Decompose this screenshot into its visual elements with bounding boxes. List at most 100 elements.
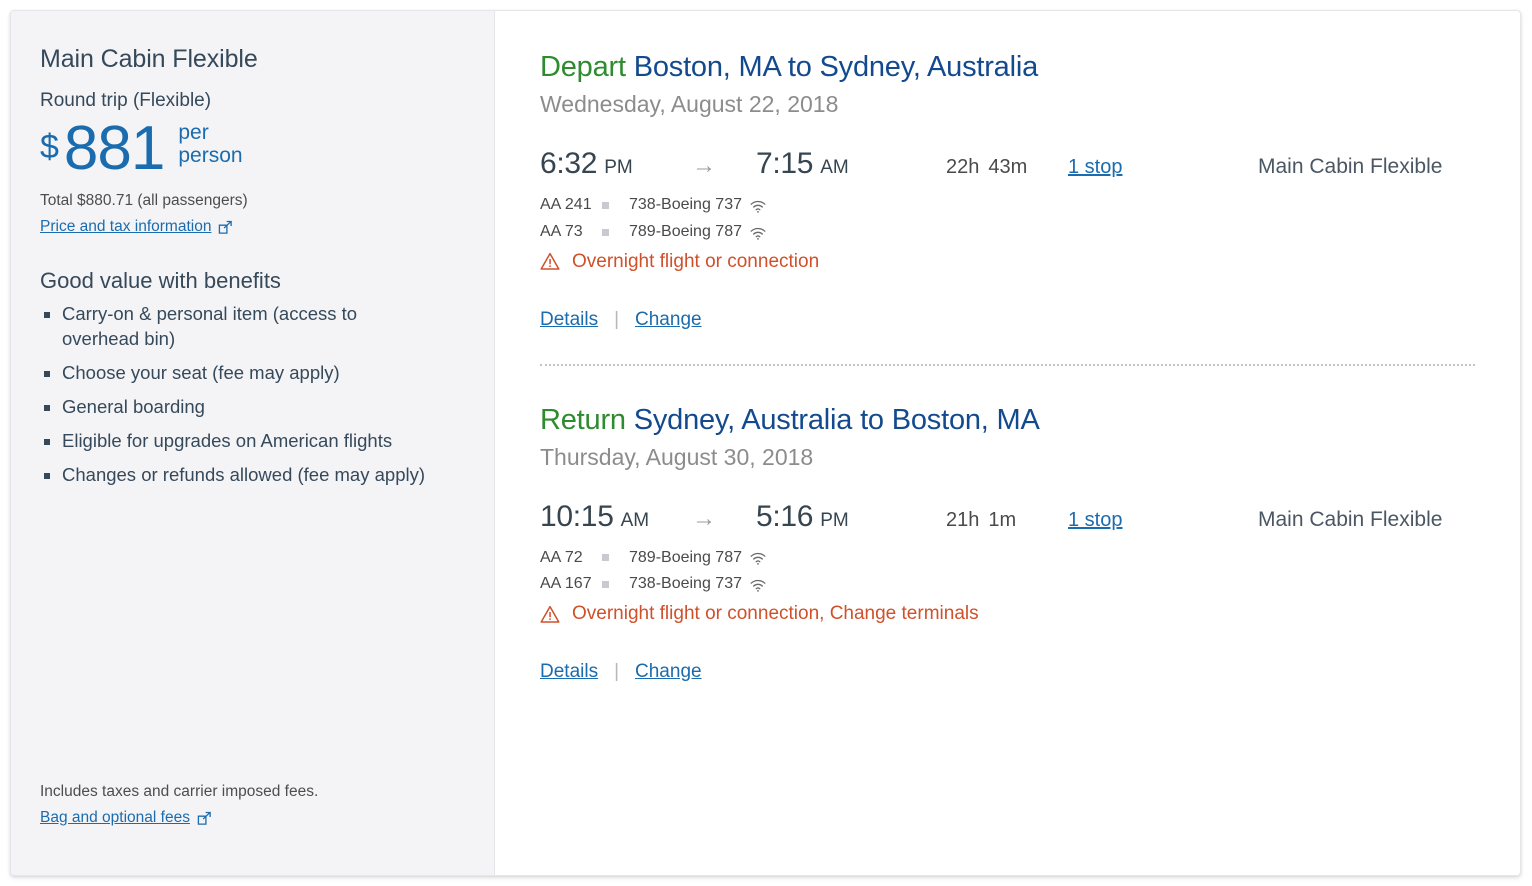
benefits-list: Carry-on & personal item (access to over… bbox=[40, 302, 494, 488]
duration-minutes: 1m bbox=[988, 508, 1017, 531]
fare-title: Main Cabin Flexible bbox=[40, 45, 258, 73]
benefit-item: Carry-on & personal item (access to over… bbox=[40, 302, 370, 352]
segment-row: AA 72 789-Boeing 787 bbox=[540, 548, 1520, 569]
segment-row: AA 241 738-Boeing 737 bbox=[540, 195, 1520, 216]
arrival-time-value: 5:16 bbox=[756, 499, 814, 533]
segment-equipment: 789-Boeing 787 bbox=[629, 548, 742, 566]
price-unit-line1: per bbox=[178, 121, 209, 144]
slice-return: Return Sydney, Australia to Boston, MA T… bbox=[540, 404, 1520, 684]
warning-triangle-icon bbox=[540, 605, 560, 624]
itinerary-card: Main Cabin Flexible Round trip (Flexible… bbox=[10, 10, 1521, 876]
change-link[interactable]: Change bbox=[635, 309, 702, 331]
segment-separator-dot bbox=[602, 554, 609, 562]
price-and-tax-information-label: Price and tax information bbox=[40, 218, 212, 235]
trip-type-label: Round trip (Flexible) bbox=[40, 90, 212, 111]
flight-warning: Overnight flight or connection bbox=[540, 251, 1520, 273]
warning-triangle-icon bbox=[540, 252, 560, 271]
wifi-icon bbox=[750, 578, 766, 593]
slice-depart: Depart Boston, MA to Sydney, Australia W… bbox=[540, 51, 1520, 331]
departure-time: 10:15 AM bbox=[540, 500, 652, 534]
flight-summary-row: 10:15 AM → 5:16 PM 21h 1m 1 stop Main Cab… bbox=[540, 500, 1520, 534]
wifi-icon bbox=[750, 226, 766, 240]
bag-and-optional-fees-label: Bag and optional fees bbox=[40, 809, 190, 826]
segment-separator-dot bbox=[602, 228, 609, 236]
segment-flight-number: AA 241 bbox=[540, 196, 592, 213]
segment-flight-number: AA 72 bbox=[540, 548, 583, 566]
cabin-label: Main Cabin Flexible bbox=[1258, 507, 1443, 531]
segment-equipment: 738-Boeing 737 bbox=[629, 575, 742, 593]
bag-and-optional-fees-link[interactable]: Bag and optional fees bbox=[40, 809, 212, 827]
cabin-label: Main Cabin Flexible bbox=[1258, 155, 1443, 178]
slice-actions: Details | Change bbox=[540, 661, 1520, 683]
slice-direction-label: Depart bbox=[540, 51, 626, 83]
details-link[interactable]: Details bbox=[540, 309, 598, 331]
action-separator: | bbox=[614, 661, 620, 683]
departure-time-meridiem: AM bbox=[620, 509, 650, 531]
segment-flight-number: AA 73 bbox=[540, 222, 583, 240]
departure-time-meridiem: PM bbox=[604, 157, 633, 178]
taxes-note: Includes taxes and carrier imposed fees. bbox=[40, 783, 319, 800]
external-link-icon bbox=[197, 811, 212, 826]
segment-equipment: 789-Boeing 787 bbox=[629, 222, 742, 240]
slice-date: Thursday, August 30, 2018 bbox=[540, 443, 814, 470]
departure-time-value: 10:15 bbox=[540, 499, 614, 533]
departure-time-value: 6:32 bbox=[540, 147, 598, 180]
change-link[interactable]: Change bbox=[635, 661, 702, 683]
segment-row: AA 167 738-Boeing 737 bbox=[540, 574, 1520, 595]
action-separator: | bbox=[614, 308, 620, 330]
duration-hours: 21h bbox=[946, 508, 980, 531]
flight-summary-row: 6:32 PM → 7:15 AM 22h 43m 1 stop Main Cab… bbox=[540, 147, 1520, 181]
stops-link[interactable]: 1 stop bbox=[1068, 509, 1122, 531]
slice-divider bbox=[540, 363, 1475, 366]
benefits-title: Good value with benefits bbox=[40, 268, 281, 293]
arrival-time-meridiem: AM bbox=[820, 157, 849, 178]
arrow-right-icon: → bbox=[692, 152, 716, 179]
segment-separator-dot bbox=[602, 581, 609, 589]
slice-route: Sydney, Australia to Boston, MA bbox=[633, 403, 1040, 436]
segment-separator-dot bbox=[602, 201, 609, 209]
total-price-label: Total $880.71 (all passengers) bbox=[40, 192, 248, 209]
warning-text: Overnight flight or connection bbox=[572, 250, 820, 272]
price-display: $ 881 per person bbox=[40, 118, 494, 180]
slice-route: Boston, MA to Sydney, Australia bbox=[633, 51, 1039, 83]
arrival-time-value: 7:15 bbox=[756, 147, 814, 180]
segment-list: AA 72 789-Boeing 787 AA 167 738-Boeing 7… bbox=[540, 548, 1520, 596]
wifi-icon bbox=[750, 551, 766, 566]
sidebar-footer: Includes taxes and carrier imposed fees.… bbox=[40, 783, 318, 827]
details-link[interactable]: Details bbox=[540, 661, 598, 683]
arrow-right-icon: → bbox=[692, 504, 716, 532]
flight-duration: 22h 43m bbox=[946, 156, 1068, 179]
benefit-item: General boarding bbox=[40, 395, 494, 420]
slice-heading-return: Return Sydney, Australia to Boston, MA bbox=[540, 404, 1520, 437]
arrival-time: 5:16 PM bbox=[756, 500, 946, 534]
arrival-time: 7:15 AM bbox=[756, 147, 946, 181]
wifi-icon bbox=[750, 199, 766, 213]
stops-cell: 1 stop bbox=[1068, 156, 1258, 179]
arrival-time-meridiem: PM bbox=[820, 509, 849, 531]
stops-cell: 1 stop bbox=[1068, 509, 1258, 532]
segment-list: AA 241 738-Boeing 737 AA 73 789-Boeing 7… bbox=[540, 195, 1520, 243]
price-unit: per person bbox=[178, 121, 243, 167]
warning-text: Overnight flight or connection, Change t… bbox=[572, 603, 979, 625]
price-unit-line2: person bbox=[178, 143, 243, 167]
departure-time: 6:32 PM bbox=[540, 147, 652, 181]
duration-hours: 22h bbox=[946, 156, 980, 178]
slice-date: Wednesday, August 22, 2018 bbox=[540, 91, 839, 117]
flight-warning: Overnight flight or connection, Change t… bbox=[540, 603, 1520, 625]
price-amount: 881 bbox=[63, 114, 165, 183]
stops-link[interactable]: 1 stop bbox=[1068, 156, 1122, 178]
currency-symbol: $ bbox=[40, 128, 59, 166]
price-and-tax-information-link[interactable]: Price and tax information bbox=[40, 218, 233, 236]
slice-heading-depart: Depart Boston, MA to Sydney, Australia bbox=[540, 51, 1520, 84]
benefit-item: Eligible for upgrades on American flight… bbox=[40, 429, 494, 454]
slice-actions: Details | Change bbox=[540, 309, 1520, 331]
itinerary-slices: Depart Boston, MA to Sydney, Australia W… bbox=[495, 11, 1520, 875]
segment-flight-number: AA 167 bbox=[540, 575, 592, 593]
segment-equipment: 738-Boeing 737 bbox=[629, 196, 742, 213]
benefit-item: Changes or refunds allowed (fee may appl… bbox=[40, 463, 494, 488]
flight-duration: 21h 1m bbox=[946, 509, 1068, 532]
slice-direction-label: Return bbox=[540, 403, 626, 436]
segment-row: AA 73 789-Boeing 787 bbox=[540, 222, 1520, 243]
duration-minutes: 43m bbox=[988, 156, 1028, 178]
benefit-item: Choose your seat (fee may apply) bbox=[40, 361, 494, 386]
